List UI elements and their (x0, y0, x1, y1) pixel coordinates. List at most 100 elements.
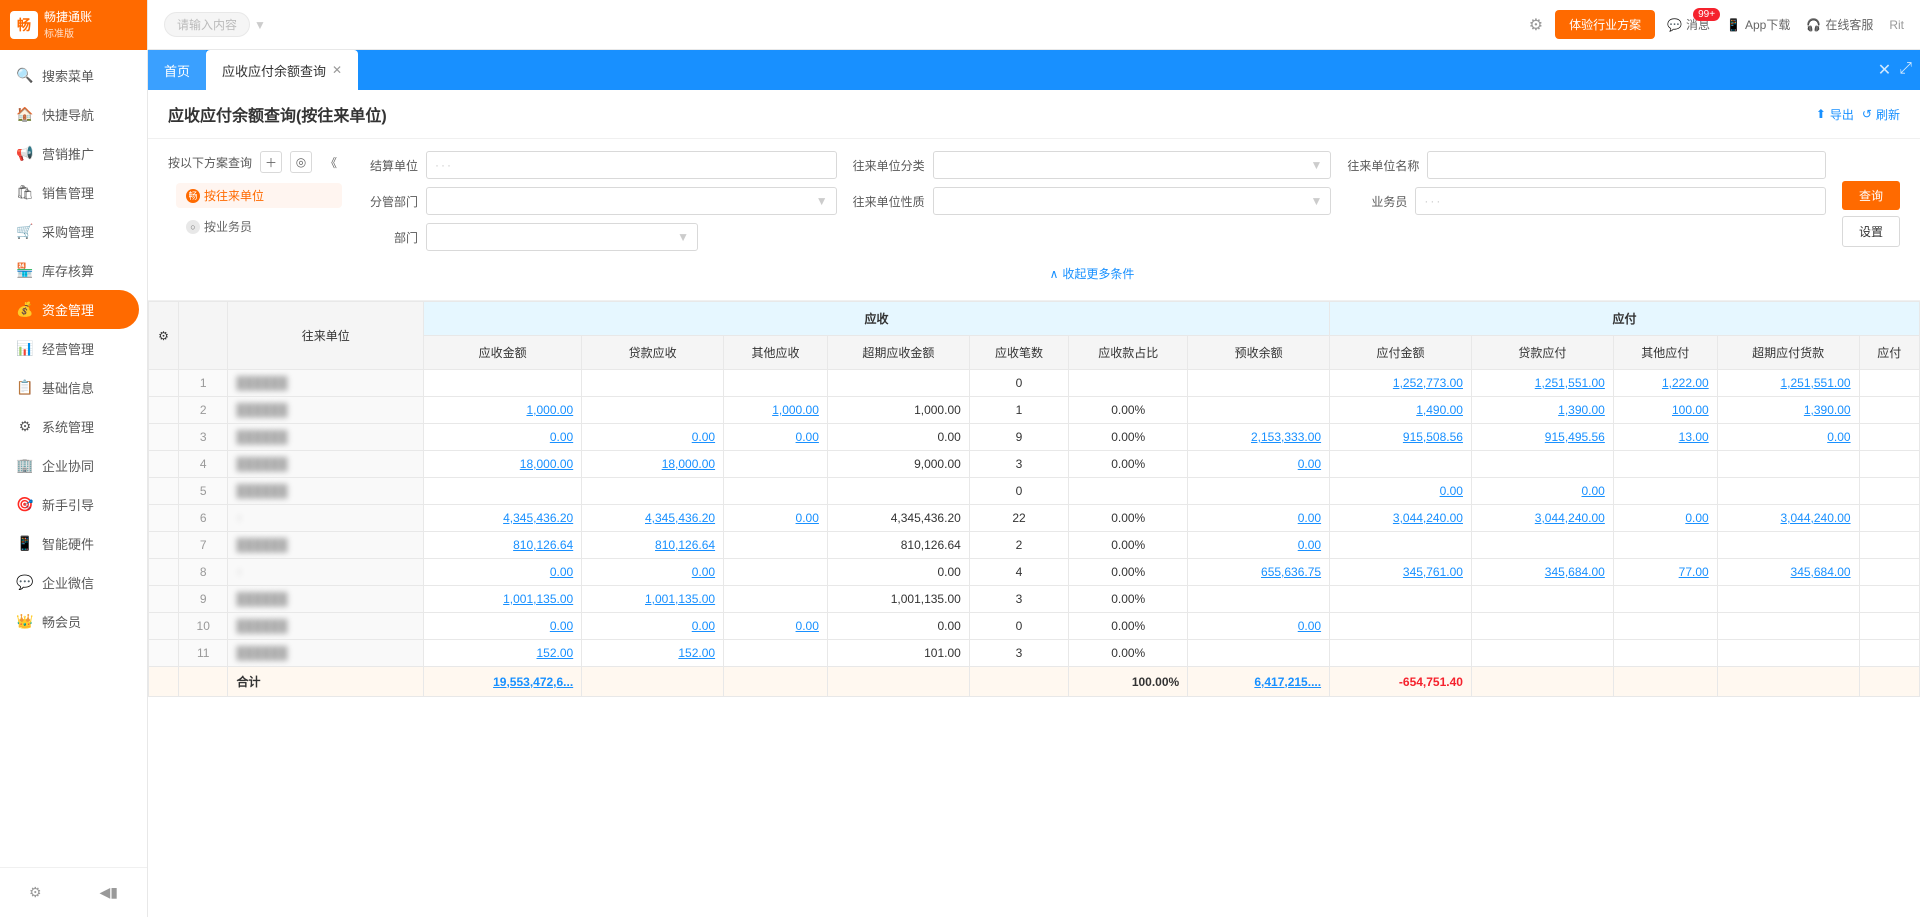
sidebar-item-member[interactable]: 👑 畅会员 (0, 602, 147, 641)
tab-close-all-icon[interactable]: ✕ (1878, 60, 1891, 80)
refresh-icon: ↺ (1862, 107, 1872, 121)
sidebar-label-marketing: 营销推广 (42, 144, 94, 163)
header-settings-icon[interactable]: ⚙ (1529, 15, 1543, 35)
tab-home[interactable]: 首页 (148, 50, 206, 90)
total-ar-prepay[interactable]: 6,417,215.... (1188, 667, 1330, 697)
message-button[interactable]: 💬 消息 99+ (1667, 16, 1710, 33)
breadcrumb-arrow: ▼ (254, 18, 266, 32)
sidebar-settings-button[interactable]: ⚙ (23, 878, 48, 907)
sidebar-item-operation[interactable]: 📊 经营管理 (0, 329, 147, 368)
filter-row-2: 分管部门 ▼ 往来单位性质 ▼ 业务员 (358, 187, 1826, 215)
tab-expand-icon[interactable]: ⤢ (1899, 60, 1912, 80)
filter-add-button[interactable]: ＋ (260, 151, 282, 173)
sidebar-item-basic[interactable]: 📋 基础信息 (0, 368, 147, 407)
sidebar-nav: 🔍 搜索菜单 🏠 快捷导航 📢 营销推广 🛍 销售管理 🛒 采购管理 🏪 库存核… (0, 50, 147, 867)
app-download-button[interactable]: 📱 App下载 (1726, 16, 1790, 33)
col-ar-group: 应收 (424, 302, 1330, 336)
system-icon: ⚙ (16, 418, 34, 435)
export-button[interactable]: ⬆ 导出 (1816, 106, 1854, 123)
tab-close-icon[interactable]: ✕ (332, 63, 342, 77)
col-settings[interactable]: ⚙ (149, 302, 179, 370)
col-ar-count: 应收笔数 (969, 336, 1068, 370)
filter-collapse-toggle[interactable]: 《 (320, 151, 342, 173)
sidebar-item-search[interactable]: 🔍 搜索菜单 (0, 56, 147, 95)
settings-button[interactable]: 设置 (1842, 216, 1900, 247)
total-ar-ratio: 100.00% (1069, 667, 1188, 697)
sidebar-label-finance: 资金管理 (42, 300, 94, 319)
unit-nature-input[interactable]: ▼ (933, 187, 1332, 215)
filter-field-salesman: 业务员 ··· (1347, 187, 1826, 215)
table-area[interactable]: ⚙ 往来单位 应收 应付 应收金额 贷款应收 其他应收 超期应收金额 应收笔数 … (148, 301, 1920, 917)
col-ap-tail: 应付 (1859, 336, 1919, 370)
online-service-button[interactable]: 🎧 在线客服 (1806, 16, 1873, 33)
message-badge: 99+ (1693, 8, 1720, 21)
sidebar-item-inventory[interactable]: 🏪 库存核算 (0, 251, 147, 290)
app-icon: 📱 (1726, 18, 1741, 32)
col-ap-other: 其他应付 (1613, 336, 1717, 370)
filter-row-1: 结算单位 ··· 往来单位分类 ▼ 往来单位名称 (358, 151, 1826, 179)
sidebar-item-marketing[interactable]: 📢 营销推广 (0, 134, 147, 173)
sidebar-collapse-button[interactable]: ◀▮ (94, 878, 124, 907)
col-ar-loan: 贷款应收 (582, 336, 724, 370)
dept-mgr-input[interactable]: ▼ (426, 187, 837, 215)
sidebar-item-corp[interactable]: 🏢 企业协同 (0, 446, 147, 485)
refresh-button[interactable]: ↺ 刷新 (1862, 106, 1900, 123)
filter-field-settlement: 结算单位 ··· (358, 151, 837, 179)
cta-button[interactable]: 体验行业方案 (1555, 10, 1655, 39)
sidebar-label-purchase: 采购管理 (42, 222, 94, 241)
service-icon: 🎧 (1806, 18, 1821, 32)
sidebar-item-system[interactable]: ⚙ 系统管理 (0, 407, 147, 446)
unit-name-input[interactable] (1427, 151, 1826, 179)
wechat-icon: 💬 (16, 574, 34, 591)
breadcrumb-text: 请输入内容 (164, 12, 250, 37)
finance-icon: 💰 (16, 301, 34, 318)
sidebar-item-guide[interactable]: 🎯 新手引导 (0, 485, 147, 524)
filter-option-by-unit[interactable]: 畅 按往来单位 (176, 183, 342, 208)
sidebar-item-sales[interactable]: 🛍 销售管理 (0, 173, 147, 212)
sales-icon: 🛍 (16, 184, 34, 201)
sidebar-item-purchase[interactable]: 🛒 采购管理 (0, 212, 147, 251)
filter-preset-button[interactable]: ◎ (290, 151, 312, 173)
collapse-more-button[interactable]: ∧ 收起更多条件 (358, 259, 1826, 288)
sidebar-item-hardware[interactable]: 📱 智能硬件 (0, 524, 147, 563)
sidebar-item-finance[interactable]: 💰 资金管理 (0, 290, 139, 329)
basic-icon: 📋 (16, 379, 34, 396)
unit-nature-label: 往来单位性质 (853, 193, 925, 210)
operation-icon: 📊 (16, 340, 34, 357)
col-ar-overdue: 超期应收金额 (827, 336, 969, 370)
total-row: 合计 19,553,472,6... 100.00% 6,417,215....… (149, 667, 1920, 697)
filter-row-3: 部门 ▼ (358, 223, 1826, 251)
sidebar-logo: 畅 畅捷通账 标准版 (0, 0, 147, 50)
breadcrumb: 请输入内容 ▼ (164, 12, 1517, 37)
settlement-input[interactable]: ··· (426, 151, 837, 179)
sidebar-label-search: 搜索菜单 (42, 66, 94, 85)
purchase-icon: 🛒 (16, 223, 34, 240)
settlement-label: 结算单位 (358, 157, 418, 174)
total-label: 合计 (228, 667, 424, 697)
inventory-icon: 🏪 (16, 262, 34, 279)
table-row: 11██████152.00152.00101.0030.00% (149, 640, 1920, 667)
dropdown-arrow2: ▼ (816, 194, 828, 208)
action-buttons: 查询 设置 (1842, 181, 1900, 247)
sidebar-label-corp: 企业协同 (42, 456, 94, 475)
sidebar: 畅 畅捷通账 标准版 🔍 搜索菜单 🏠 快捷导航 📢 营销推广 🛍 销售管理 🛒… (0, 0, 148, 917)
sidebar-label-quick-nav: 快捷导航 (42, 105, 94, 124)
col-ar-amount: 应收金额 (424, 336, 582, 370)
tab-ar-ap[interactable]: 应收应付余额查询 ✕ (206, 50, 358, 90)
dept-input[interactable]: ▼ (426, 223, 698, 251)
table-row: 6↑4,345,436.204,345,436.200.004,345,436.… (149, 505, 1920, 532)
query-button[interactable]: 查询 (1842, 181, 1900, 210)
total-ar-amount[interactable]: 19,553,472,6... (424, 667, 582, 697)
col-ap-group: 应付 (1330, 302, 1920, 336)
tab-bar-actions: ✕ ⤢ (1878, 60, 1920, 80)
unit-class-input[interactable]: ▼ (933, 151, 1332, 179)
user-name[interactable]: Rit (1889, 18, 1904, 32)
salesman-input[interactable]: ··· (1415, 187, 1826, 215)
table-row: 3██████0.000.000.000.0090.00%2,153,333.0… (149, 424, 1920, 451)
unit-class-label: 往来单位分类 (853, 157, 925, 174)
sidebar-item-quick-nav[interactable]: 🏠 快捷导航 (0, 95, 147, 134)
logo-title: 畅捷通账 (44, 10, 92, 26)
sidebar-item-wechat[interactable]: 💬 企业微信 (0, 563, 147, 602)
filter-option-by-salesman[interactable]: ○ 按业务员 (176, 214, 342, 239)
col-ar-prepay: 预收余额 (1188, 336, 1330, 370)
